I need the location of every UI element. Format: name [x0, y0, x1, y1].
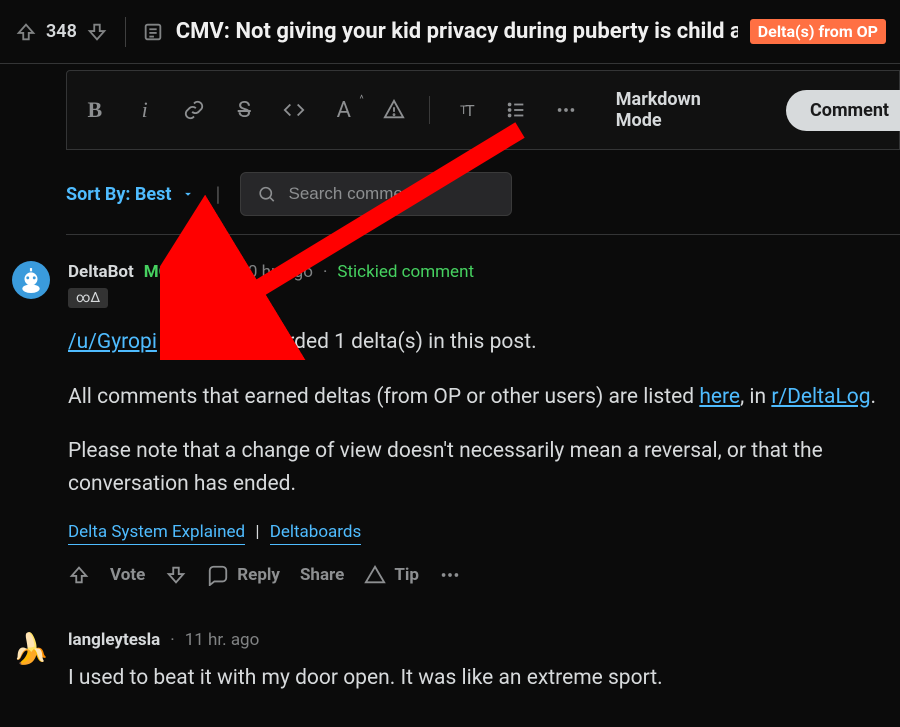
stickied-label: Stickied comment: [337, 262, 474, 282]
mod-shield-icon: 🛡️: [191, 261, 213, 282]
chevron-down-icon: [181, 187, 195, 201]
reply-button[interactable]: Reply: [207, 564, 280, 586]
italic-button[interactable]: i: [131, 96, 159, 124]
comment-actions: Vote Reply Share Tip: [68, 564, 880, 586]
comment-meta: langleytesla · 11 hr. ago: [68, 630, 880, 650]
comment-text: All comments that earned deltas (from OP…: [68, 385, 699, 409]
comment-author[interactable]: DeltaBot: [68, 262, 134, 282]
post-title[interactable]: CMV: Not giving your kid privacy during …: [176, 19, 738, 44]
code-button[interactable]: [280, 96, 308, 124]
search-icon: [257, 183, 276, 205]
strike-button[interactable]: S: [230, 96, 258, 124]
divider: [125, 17, 126, 47]
more-tools-button[interactable]: [552, 96, 580, 124]
submit-comment-button[interactable]: Comment: [786, 90, 900, 131]
avatar[interactable]: 🍌: [12, 630, 50, 668]
search-comments-input[interactable]: [289, 184, 496, 204]
user-link[interactable]: /u/Gyropi: [68, 330, 157, 354]
spoiler-button[interactable]: [380, 96, 408, 124]
post-flair[interactable]: Delta(s) from OP: [750, 19, 886, 44]
more-actions-button[interactable]: [439, 564, 461, 586]
comment: 🍌 langleytesla · 11 hr. ago I used to be…: [0, 596, 900, 727]
vote-cluster: 348: [14, 20, 109, 44]
sort-label-text: Sort By: Best: [66, 184, 171, 205]
post-type-icon: [142, 20, 164, 44]
meta-dot: ·: [323, 262, 327, 282]
comment-text: (OP) has awarded 1 delta(s) in this post…: [157, 330, 537, 354]
sort-dropdown[interactable]: Sort By: Best: [66, 184, 195, 205]
meta-dot: ·: [170, 630, 174, 650]
delta-explained-link[interactable]: Delta System Explained: [68, 522, 245, 545]
meta-dot: ·: [224, 262, 228, 282]
footer-links: Delta System Explained | Deltaboards: [68, 522, 880, 542]
comment-text: Please note that a change of view doesn'…: [68, 435, 880, 500]
subreddit-link[interactable]: r/DeltaLog: [771, 385, 870, 409]
toolbar-separator: [429, 96, 430, 124]
sort-row: Sort By: Best |: [66, 150, 900, 234]
pipe: |: [255, 522, 259, 542]
tip-label: Tip: [394, 565, 419, 585]
comment-author[interactable]: langleytesla: [68, 630, 160, 650]
comment-text: .: [871, 385, 877, 409]
vote-score: 348: [46, 21, 77, 42]
text-size-button[interactable]: TT: [452, 96, 480, 124]
comment-text: I used to beat it with my door open. It …: [68, 662, 880, 695]
mod-tag: MOD: [144, 262, 182, 282]
reply-label: Reply: [237, 565, 280, 585]
upvote-button[interactable]: [14, 20, 38, 44]
superscript-button[interactable]: A^: [330, 96, 358, 124]
upvote-button[interactable]: [68, 564, 90, 586]
vote-label: Vote: [110, 565, 145, 585]
comment: DeltaBot MOD 🛡️ · 10 hr. ago · Stickied …: [0, 235, 900, 596]
list-button[interactable]: [502, 96, 530, 124]
post-topbar: 348 CMV: Not giving your kid privacy dur…: [0, 0, 900, 64]
here-link[interactable]: here: [699, 385, 740, 409]
sort-separator: |: [215, 182, 220, 206]
comment-age: 10 hr. ago: [238, 262, 313, 282]
search-comments-wrap[interactable]: [240, 172, 512, 216]
comment-meta: DeltaBot MOD 🛡️ · 10 hr. ago · Stickied …: [68, 261, 880, 282]
comment-text: , in: [740, 385, 771, 409]
user-flair: ∞Δ: [68, 288, 108, 308]
comment-content: I used to beat it with my door open. It …: [68, 662, 880, 695]
comment-age: 11 hr. ago: [185, 630, 260, 650]
downvote-button[interactable]: [85, 20, 109, 44]
share-button[interactable]: Share: [300, 565, 344, 585]
bold-button[interactable]: B: [81, 96, 109, 124]
markdown-mode-toggle[interactable]: Markdown Mode: [602, 89, 764, 131]
downvote-button[interactable]: [165, 564, 187, 586]
link-button[interactable]: [181, 96, 209, 124]
deltaboards-link[interactable]: Deltaboards: [270, 522, 362, 545]
avatar[interactable]: [12, 261, 50, 299]
tip-button[interactable]: Tip: [364, 564, 419, 586]
comment-content: /u/Gyropi (OP) has awarded 1 delta(s) in…: [68, 326, 880, 500]
editor-toolbar: B i S A^ TT Markdown Mode Comment: [66, 70, 900, 150]
